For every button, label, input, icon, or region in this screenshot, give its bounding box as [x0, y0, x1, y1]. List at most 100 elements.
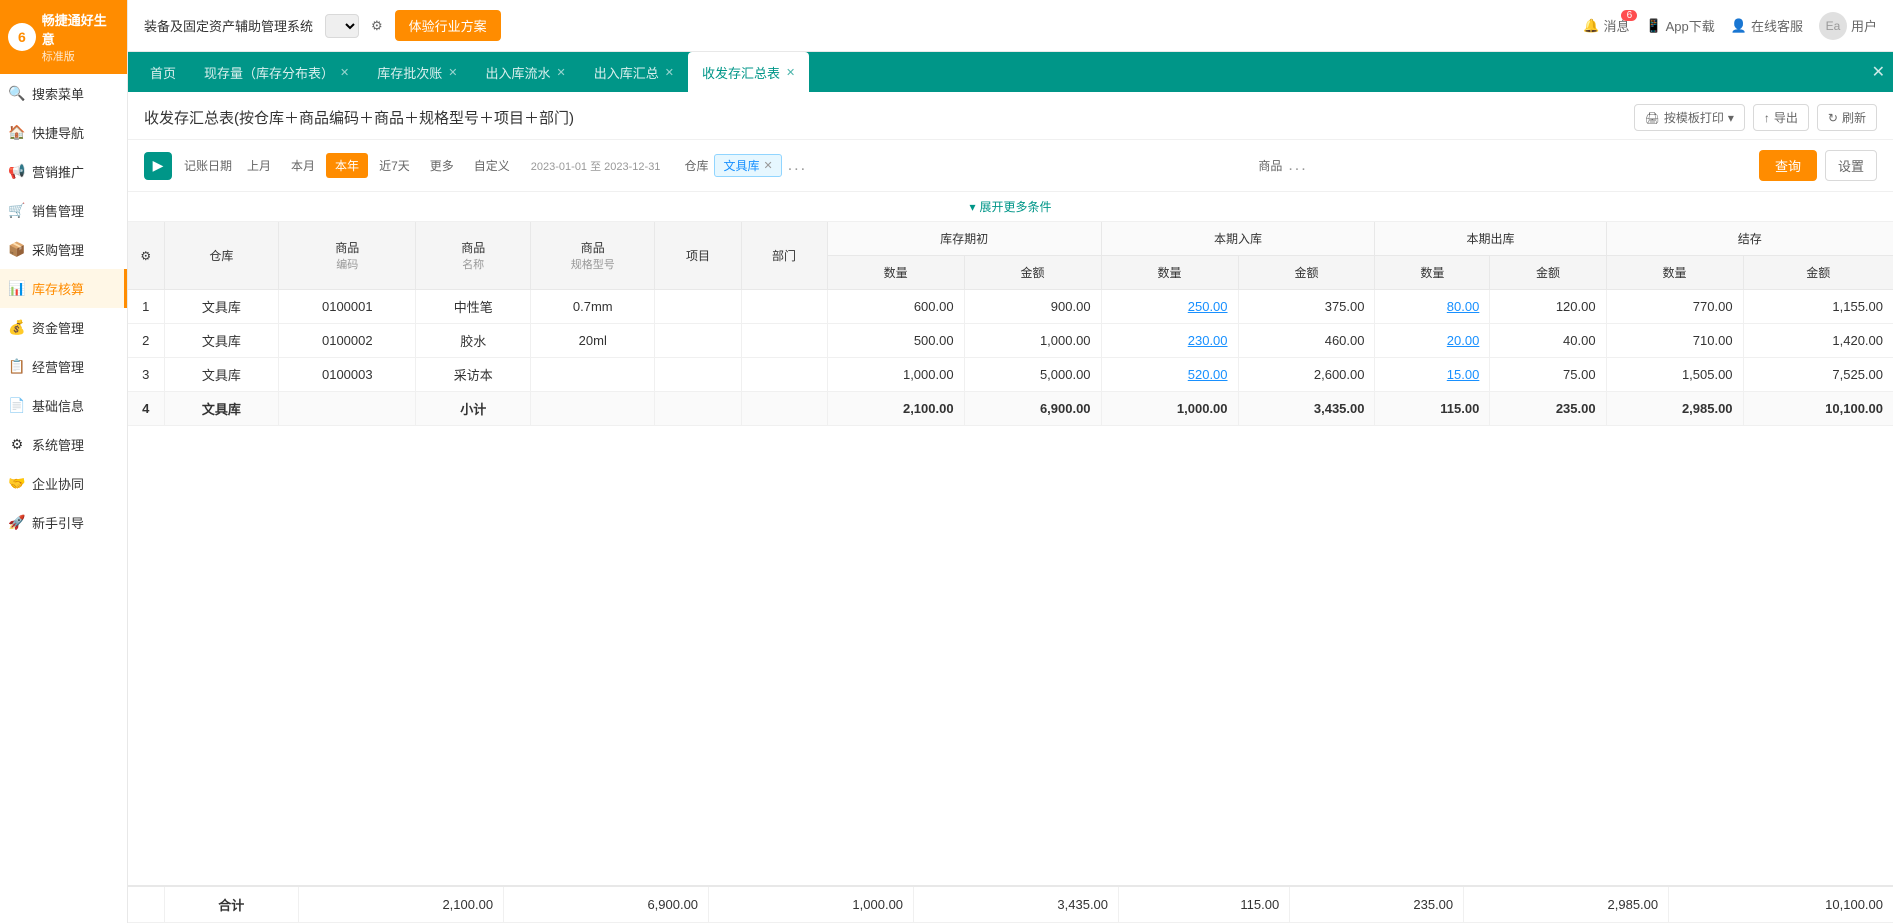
date-btn-更多[interactable]: 更多 [421, 153, 463, 178]
th-closing-amt: 金额 [1743, 256, 1893, 290]
tab-close-batch[interactable]: ✕ [448, 66, 457, 79]
settings-gear-icon[interactable]: ⚙ [371, 18, 383, 34]
table-footer: 合计 2,100.00 6,900.00 1,000.00 3,435.00 1… [128, 885, 1893, 923]
link-cell[interactable]: 80.00 [1447, 299, 1480, 314]
date-buttons: 上月本月本年近7天更多自定义 [238, 153, 519, 178]
tab-bar-close-icon[interactable]: ✕ [1872, 62, 1885, 82]
th-closing: 结存 [1606, 222, 1893, 256]
tab-close-inventory-dist[interactable]: ✕ [340, 66, 349, 79]
th-in-qty: 数量 [1101, 256, 1238, 290]
th-in: 本期入库 [1101, 222, 1375, 256]
th-in-amt: 金额 [1238, 256, 1375, 290]
sidebar-item-operation[interactable]: 📋经营管理 [0, 347, 127, 386]
export-button[interactable]: ↑ 导出 [1753, 104, 1809, 131]
warehouse-tag-close[interactable]: ✕ [763, 159, 772, 172]
date-btn-本年[interactable]: 本年 [326, 153, 368, 178]
expand-more-btn[interactable]: ▾ 展开更多条件 [969, 198, 1051, 215]
sidebar-label-inventory: 库存核算 [32, 279, 84, 298]
th-opening-amt: 金额 [964, 256, 1101, 290]
th-product-name: 商品名称 [416, 222, 531, 290]
phone-icon: 📱 [1645, 18, 1661, 34]
sidebar-item-search[interactable]: 🔍搜索菜单 [0, 74, 127, 113]
sidebar-item-guide[interactable]: 🚀新手引导 [0, 503, 127, 542]
footer-opening-qty: 2,100.00 [299, 887, 504, 923]
system-title: 装备及固定资产辅助管理系统 [144, 16, 313, 35]
link-cell[interactable]: 520.00 [1188, 367, 1228, 382]
purchase-icon: 📦 [8, 241, 26, 258]
tab-batch[interactable]: 库存批次账 ✕ [363, 52, 471, 92]
system-icon: ⚙ [8, 436, 26, 453]
goods-label: 商品 [1258, 157, 1282, 174]
th-settings[interactable]: ⚙ [128, 222, 164, 290]
filter-toggle-btn[interactable]: ▶ [144, 152, 172, 180]
basic-icon: 📄 [8, 397, 26, 414]
sidebar-item-finance[interactable]: 💰资金管理 [0, 308, 127, 347]
footer-opening-amt: 6,900.00 [504, 887, 709, 923]
setting-button[interactable]: 设置 [1825, 150, 1877, 181]
sidebar-item-enterprise[interactable]: 🤝企业协同 [0, 464, 127, 503]
tab-inout-summary[interactable]: 出入库汇总 ✕ [580, 52, 688, 92]
link-cell[interactable]: 230.00 [1188, 333, 1228, 348]
sidebar-item-sales[interactable]: 🛒销售管理 [0, 191, 127, 230]
column-settings-icon[interactable]: ⚙ [140, 249, 151, 263]
footer-in-amt: 3,435.00 [914, 887, 1119, 923]
sidebar-label-system: 系统管理 [32, 435, 84, 454]
footer-out-amt: 235.00 [1290, 887, 1464, 923]
sidebar-logo: 6 畅捷通好生意 标准版 [0, 0, 127, 74]
date-btn-上月[interactable]: 上月 [238, 153, 280, 178]
tab-label-batch: 库存批次账 [377, 63, 442, 82]
trial-button[interactable]: 体验行业方案 [395, 10, 501, 41]
footer-out-qty: 115.00 [1119, 887, 1290, 923]
print-button[interactable]: 🖨 按模板打印 ▾ [1634, 104, 1745, 131]
tab-home[interactable]: 首页 [136, 52, 190, 92]
sidebar-label-guide: 新手引导 [32, 513, 84, 532]
notification-action[interactable]: 🔔 消息 6 [1583, 16, 1629, 35]
online-service-action[interactable]: 👤 在线客服 [1731, 16, 1803, 35]
operation-icon: 📋 [8, 358, 26, 375]
date-btn-自定义[interactable]: 自定义 [465, 153, 519, 178]
tab-inout-flow[interactable]: 出入库流水✕ [471, 52, 579, 92]
main-table: ⚙ 仓库 商品编码 商品名称 商品规格型号 项目 部门 库存期初 本期入库 本期… [128, 222, 1893, 426]
tabs-container: 首页现存量（库存分布表）✕库存批次账✕出入库流水✕出入库汇总✕收发存汇总表✕ [136, 52, 1872, 92]
chevron-down-icon: ▾ [1728, 111, 1734, 125]
tab-inventory-dist[interactable]: 现存量（库存分布表）✕ [190, 52, 363, 92]
footer-in-qty: 1,000.00 [709, 887, 914, 923]
th-out: 本期出库 [1375, 222, 1606, 256]
query-actions: 查询 设置 [1759, 150, 1877, 181]
sidebar-item-basic[interactable]: 📄 基础信息 [0, 386, 127, 425]
page-title-actions: 🖨 按模板打印 ▾ ↑ 导出 ↻ 刷新 [1634, 104, 1877, 131]
tab-close-inout-flow[interactable]: ✕ [557, 66, 566, 79]
table-row: 3文具库0100003采访本1,000.005,000.00520.002,60… [128, 358, 1893, 392]
link-cell[interactable]: 250.00 [1188, 299, 1228, 314]
user-action[interactable]: Ea 用户 [1819, 12, 1877, 40]
tab-recv-send[interactable]: 收发存汇总表✕ [688, 52, 809, 92]
link-cell[interactable]: 20.00 [1447, 333, 1480, 348]
system-select[interactable] [325, 14, 359, 38]
logo-text: 畅捷通好生意 [42, 10, 119, 48]
marketing-icon: 📢 [8, 163, 26, 180]
warehouse-ellipsis[interactable]: ... [788, 157, 807, 175]
warehouse-tag[interactable]: 文具库 ✕ [714, 154, 781, 177]
link-cell[interactable]: 15.00 [1447, 367, 1480, 382]
export-icon: ↑ [1764, 111, 1770, 125]
date-btn-近7天[interactable]: 近7天 [370, 153, 419, 178]
sidebar-item-purchase[interactable]: 📦采购管理 [0, 230, 127, 269]
tab-close-recv-send[interactable]: ✕ [786, 66, 795, 79]
th-product-code: 商品编码 [279, 222, 416, 290]
sidebar-label-basic: 基础信息 [32, 396, 84, 415]
sidebar-item-inventory[interactable]: 📊库存核算 [0, 269, 127, 308]
query-button[interactable]: 查询 [1759, 150, 1817, 181]
app-download-action[interactable]: 📱 App下载 [1645, 16, 1714, 35]
tab-label-inout-summary: 出入库汇总 [594, 63, 659, 82]
sidebar-item-system[interactable]: ⚙ 系统管理 [0, 425, 127, 464]
refresh-button[interactable]: ↻ 刷新 [1817, 104, 1877, 131]
enterprise-icon: 🤝 [8, 475, 26, 492]
goods-ellipsis[interactable]: ... [1288, 157, 1307, 175]
main-content: 装备及固定资产辅助管理系统 ⚙ 体验行业方案 🔔 消息 6 📱 App下载 👤 … [128, 0, 1893, 923]
tab-close-inout-summary[interactable]: ✕ [665, 66, 674, 79]
sidebar-item-marketing[interactable]: 📢营销推广 [0, 152, 127, 191]
filter-bar: ▶ 记账日期 上月本月本年近7天更多自定义 2023-01-01 至 2023-… [128, 140, 1893, 192]
sidebar-item-quick-nav[interactable]: 🏠快捷导航 [0, 113, 127, 152]
logo-subtext: 标准版 [42, 48, 119, 64]
date-btn-本月[interactable]: 本月 [282, 153, 324, 178]
